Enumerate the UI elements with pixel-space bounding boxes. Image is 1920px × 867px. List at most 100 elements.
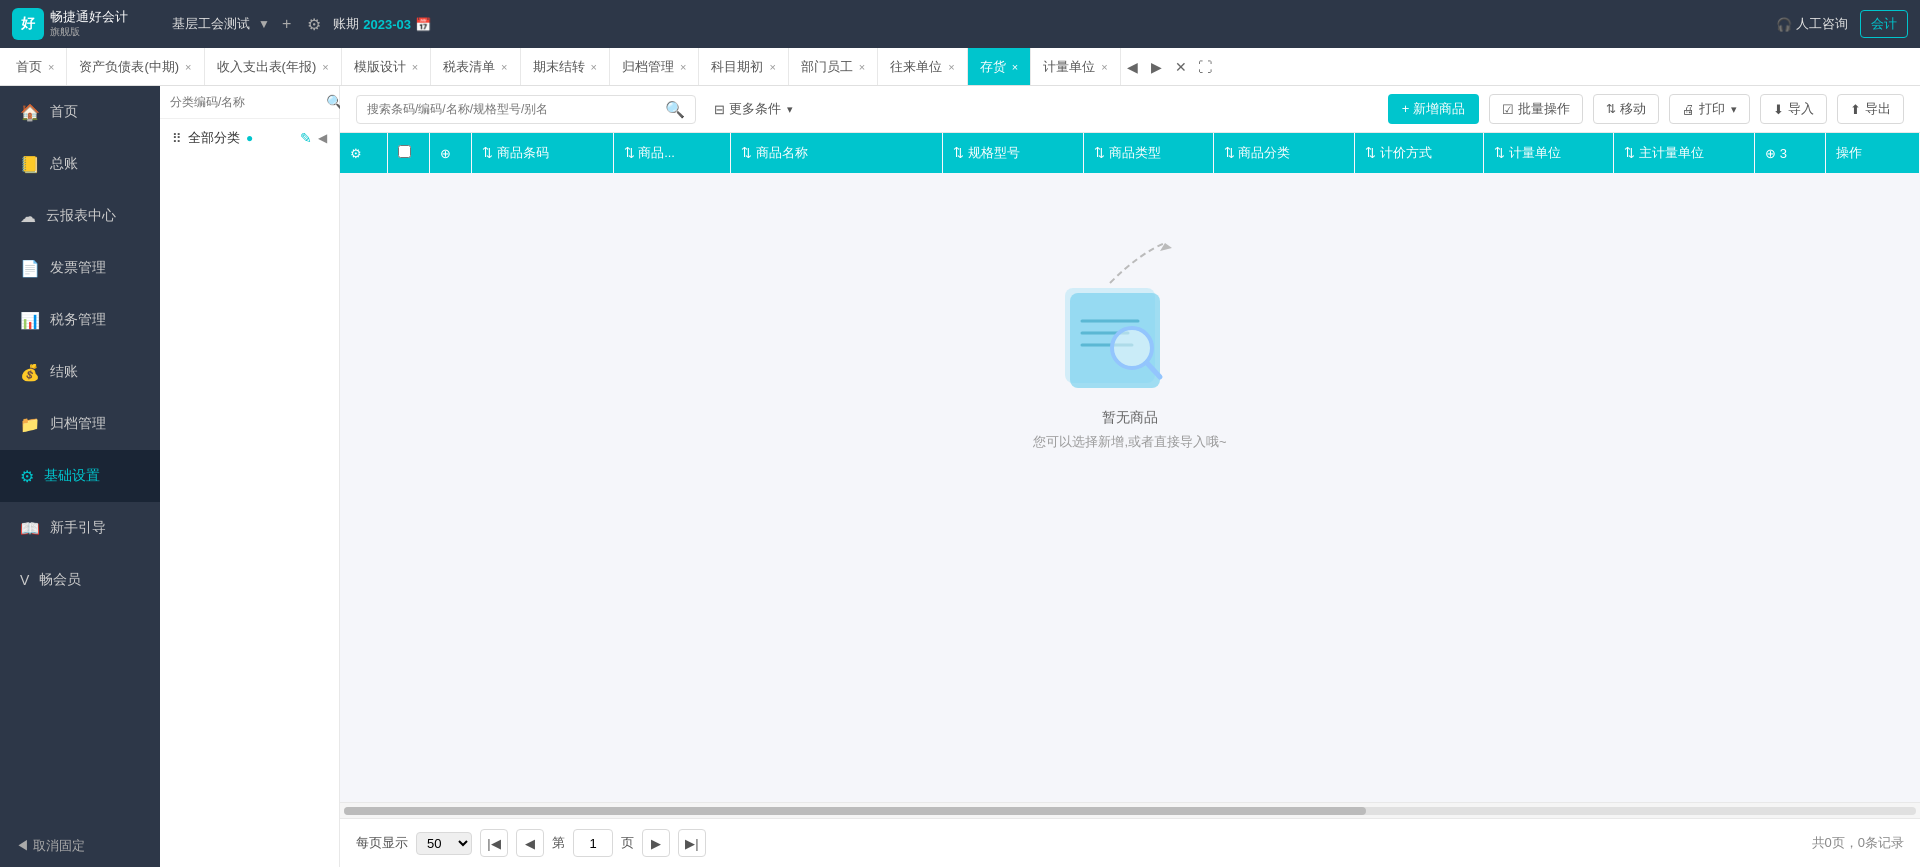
tab-close-icon[interactable]: × xyxy=(185,61,191,73)
tab-close-icon[interactable]: × xyxy=(1012,61,1018,73)
tab-homepage[interactable]: 首页 × xyxy=(4,48,67,86)
tab-close-icon[interactable]: × xyxy=(1101,61,1107,73)
tab-close-icon[interactable]: × xyxy=(769,61,775,73)
page-suffix: 页 xyxy=(621,834,634,852)
settings-icon[interactable]: ⚙ xyxy=(307,15,321,34)
sidebar-item-close-account[interactable]: 💰 结账 xyxy=(0,346,160,398)
per-page-select[interactable]: 50 100 200 xyxy=(416,832,472,855)
sidebar-label: 首页 xyxy=(50,103,78,121)
tab-close-icon[interactable]: × xyxy=(322,61,328,73)
sidebar-item-member[interactable]: V 畅会员 xyxy=(0,554,160,606)
th-col3[interactable]: ⊕ 3 xyxy=(1755,133,1826,173)
th-type[interactable]: ⇅ 商品类型 xyxy=(1084,133,1213,173)
last-page-btn[interactable]: ▶| xyxy=(678,829,706,857)
ledger-icon: 📒 xyxy=(20,155,40,174)
tab-unit[interactable]: 计量单位 × xyxy=(1031,48,1120,86)
move-btn[interactable]: ⇅ 移动 xyxy=(1593,94,1659,124)
th-main-unit[interactable]: ⇅ 主计量单位 xyxy=(1613,133,1754,173)
close-account-icon: 💰 xyxy=(20,363,40,382)
category-search-input[interactable] xyxy=(170,95,320,109)
tab-expand-btn[interactable]: ⛶ xyxy=(1193,48,1217,86)
batch-op-btn[interactable]: ☑ 批量操作 xyxy=(1489,94,1583,124)
sidebar-item-invoice[interactable]: 📄 发票管理 xyxy=(0,242,160,294)
tab-taxlist[interactable]: 税表清单 × xyxy=(431,48,520,86)
category-all[interactable]: ⠿ 全部分类 ● ✎ ◀ xyxy=(160,119,339,157)
category-edit-icon[interactable]: ✎ xyxy=(300,130,312,146)
document-bg xyxy=(1060,283,1170,393)
sidebar-item-archive[interactable]: 📁 归档管理 xyxy=(0,398,160,450)
sidebar-item-guide[interactable]: 📖 新手引导 xyxy=(0,502,160,554)
logo-area: 好 畅捷通好会计 旗舰版 xyxy=(12,8,172,40)
tab-close-icon[interactable]: × xyxy=(412,61,418,73)
tab-label: 税表清单 xyxy=(443,58,495,76)
category-search-box: 🔍 xyxy=(160,86,339,119)
tab-subject-init[interactable]: 科目期初 × xyxy=(699,48,788,86)
th-name[interactable]: ⇅ 商品名称 xyxy=(731,133,943,173)
category-collapse-icon[interactable]: ◀ xyxy=(318,131,327,145)
print-btn[interactable]: 🖨 打印 ▾ xyxy=(1669,94,1750,124)
page-number-input[interactable] xyxy=(573,829,613,857)
tab-template[interactable]: 模版设计 × xyxy=(342,48,431,86)
calendar-icon[interactable]: 📅 xyxy=(415,17,431,32)
select-all-checkbox[interactable] xyxy=(398,145,411,158)
th-code[interactable]: ⇅ 商品... xyxy=(613,133,731,173)
tab-archive[interactable]: 归档管理 × xyxy=(610,48,699,86)
first-page-btn[interactable]: |◀ xyxy=(480,829,508,857)
sidebar-item-ledger[interactable]: 📒 总账 xyxy=(0,138,160,190)
scrollbar-thumb[interactable] xyxy=(344,807,1366,815)
th-settings[interactable]: ⚙ xyxy=(340,133,387,173)
tab-dept-staff[interactable]: 部门员工 × xyxy=(789,48,878,86)
scrollbar-track[interactable] xyxy=(344,807,1916,815)
th-spec[interactable]: ⇅ 规格型号 xyxy=(943,133,1084,173)
sidebar-item-tax[interactable]: 📊 税务管理 xyxy=(0,294,160,346)
page-label: 第 xyxy=(552,834,565,852)
scrollbar-area[interactable] xyxy=(340,802,1920,818)
tab-period-end[interactable]: 期末结转 × xyxy=(521,48,610,86)
tab-close-icon[interactable]: × xyxy=(948,61,954,73)
kuaiji-btn[interactable]: 会计 xyxy=(1860,10,1908,38)
tab-label: 归档管理 xyxy=(622,58,674,76)
th-price-method[interactable]: ⇅ 计价方式 xyxy=(1354,133,1483,173)
checkbox-icon: ☑ xyxy=(1502,102,1514,117)
period-value[interactable]: 2023-03 xyxy=(363,17,411,32)
tab-next-btn[interactable]: ▶ xyxy=(1145,48,1169,86)
toolbar-search-input[interactable] xyxy=(367,102,659,116)
tab-balance-sheet[interactable]: 资产负债表(中期) × xyxy=(67,48,204,86)
next-page-btn[interactable]: ▶ xyxy=(642,829,670,857)
tab-close-icon[interactable]: × xyxy=(48,61,54,73)
tab-close-icon[interactable]: × xyxy=(859,61,865,73)
th-unit[interactable]: ⇅ 计量单位 xyxy=(1484,133,1613,173)
import-btn[interactable]: ⬇ 导入 xyxy=(1760,94,1827,124)
sidebar-unpin-btn[interactable]: ◀ 取消固定 xyxy=(0,825,160,867)
tab-close-icon[interactable]: × xyxy=(591,61,597,73)
tab-close-icon[interactable]: × xyxy=(501,61,507,73)
sidebar-label: 发票管理 xyxy=(50,259,106,277)
sidebar-item-home[interactable]: 🏠 首页 xyxy=(0,86,160,138)
sidebar-item-settings[interactable]: ⚙ 基础设置 xyxy=(0,450,160,502)
add-product-btn[interactable]: + 新增商品 xyxy=(1388,94,1479,124)
company-dropdown-icon[interactable]: ▼ xyxy=(258,17,270,31)
sidebar-item-cloud[interactable]: ☁ 云报表中心 xyxy=(0,190,160,242)
tab-contacts[interactable]: 往来单位 × xyxy=(878,48,967,86)
sidebar-label: 归档管理 xyxy=(50,415,106,433)
tab-prev-btn[interactable]: ◀ xyxy=(1121,48,1145,86)
tab-income[interactable]: 收入支出表(年报) × xyxy=(205,48,342,86)
add-icon[interactable]: + xyxy=(282,15,291,33)
prev-page-btn[interactable]: ◀ xyxy=(516,829,544,857)
header-center: 基层工会测试 ▼ + ⚙ 账期 2023-03 📅 xyxy=(172,15,1776,34)
help-btn[interactable]: 🎧 人工咨询 xyxy=(1776,15,1848,33)
toolbar-search-icon[interactable]: 🔍 xyxy=(665,100,685,119)
th-barcode[interactable]: ⇅ 商品条码 xyxy=(472,133,613,173)
export-btn[interactable]: ⬆ 导出 xyxy=(1837,94,1904,124)
tab-close-all-btn[interactable]: ✕ xyxy=(1169,48,1193,86)
filter-btn[interactable]: ⊟ 更多条件 ▾ xyxy=(706,96,801,122)
tab-inventory[interactable]: 存货 × xyxy=(968,48,1031,86)
filter-icon: ⊟ xyxy=(714,102,725,117)
th-checkbox[interactable] xyxy=(387,133,429,173)
sidebar-label: 新手引导 xyxy=(50,519,106,537)
th-category[interactable]: ⇅ 商品分类 xyxy=(1213,133,1354,173)
logo-text-block: 畅捷通好会计 旗舰版 xyxy=(50,9,128,39)
tab-close-icon[interactable]: × xyxy=(680,61,686,73)
th-expand[interactable]: ⊕ xyxy=(429,133,471,173)
company-name[interactable]: 基层工会测试 xyxy=(172,15,250,33)
